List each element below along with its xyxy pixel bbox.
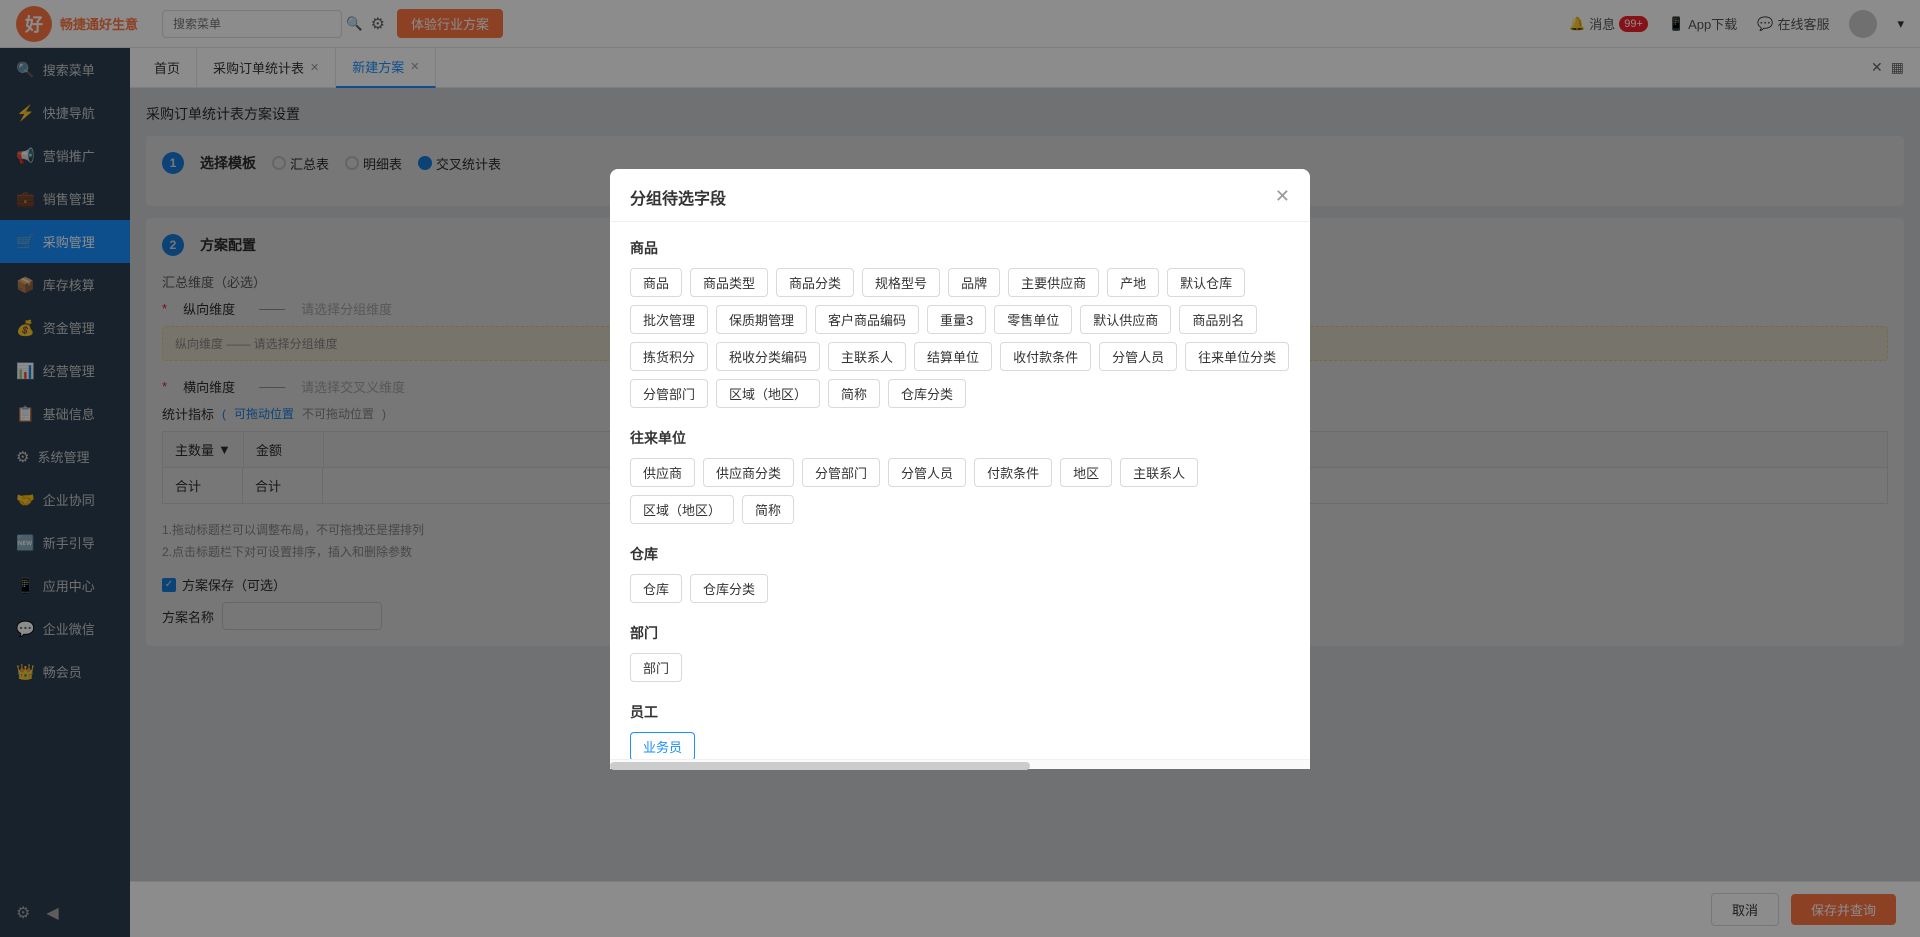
tag-warehouse-cat1[interactable]: 仓库分类 — [888, 379, 966, 408]
tag-manager-person[interactable]: 分管人员 — [1099, 342, 1177, 371]
tag-brand[interactable]: 品牌 — [948, 268, 1000, 297]
section-product: 商品 商品 商品类型 商品分类 规格型号 品牌 主要供应商 产地 默认仓库 批次… — [630, 238, 1290, 408]
tag-pay-terms2[interactable]: 付款条件 — [974, 458, 1052, 487]
section-partner-tags: 供应商 供应商分类 分管部门 分管人员 付款条件 地区 主联系人 区域（地区） … — [630, 458, 1290, 524]
tag-product[interactable]: 商品 — [630, 268, 682, 297]
tag-main-contact2[interactable]: 主联系人 — [1120, 458, 1198, 487]
modal-close-btn[interactable]: ✕ — [1275, 186, 1290, 207]
tag-warehouse[interactable]: 仓库 — [630, 574, 682, 603]
section-partner-title: 往来单位 — [630, 428, 1290, 448]
tag-product-type[interactable]: 商品类型 — [690, 268, 768, 297]
tag-region2[interactable]: 区域（地区） — [630, 495, 734, 524]
modal-footer-scroll[interactable] — [610, 759, 1310, 768]
tag-manager-dept[interactable]: 分管部门 — [630, 379, 708, 408]
field-select-modal: 分组待选字段 ✕ 商品 商品 商品类型 商品分类 规格型号 品牌 主要供应商 产… — [610, 169, 1310, 769]
tag-settlement-unit[interactable]: 结算单位 — [914, 342, 992, 371]
tag-region1[interactable]: 区域（地区） — [716, 379, 820, 408]
section-dept: 部门 部门 — [630, 623, 1290, 682]
tag-supplier-cat[interactable]: 供应商分类 — [703, 458, 794, 487]
tag-mgr-person2[interactable]: 分管人员 — [888, 458, 966, 487]
section-employee: 员工 业务员 — [630, 702, 1290, 760]
section-product-tags: 商品 商品类型 商品分类 规格型号 品牌 主要供应商 产地 默认仓库 批次管理 … — [630, 268, 1290, 408]
tag-salesperson[interactable]: 业务员 — [630, 732, 695, 760]
tag-partner-category[interactable]: 往来单位分类 — [1185, 342, 1289, 371]
tag-expiry-mgmt[interactable]: 保质期管理 — [716, 305, 807, 334]
modal-title: 分组待选字段 — [630, 185, 726, 209]
tag-batch-mgmt[interactable]: 批次管理 — [630, 305, 708, 334]
tag-dept[interactable]: 部门 — [630, 653, 682, 682]
tag-product-category[interactable]: 商品分类 — [776, 268, 854, 297]
tag-tax-code[interactable]: 税收分类编码 — [716, 342, 820, 371]
section-dept-title: 部门 — [630, 623, 1290, 643]
tag-pick-points[interactable]: 拣货积分 — [630, 342, 708, 371]
tag-retail-unit[interactable]: 零售单位 — [994, 305, 1072, 334]
section-dept-tags: 部门 — [630, 653, 1290, 682]
tag-mgr-dept2[interactable]: 分管部门 — [802, 458, 880, 487]
tag-payment-terms[interactable]: 收付款条件 — [1000, 342, 1091, 371]
section-product-title: 商品 — [630, 238, 1290, 258]
tag-default-supplier[interactable]: 默认供应商 — [1080, 305, 1171, 334]
section-employee-title: 员工 — [630, 702, 1290, 722]
section-employee-tags: 业务员 — [630, 732, 1290, 760]
tag-supplier[interactable]: 供应商 — [630, 458, 695, 487]
h-scroll-thumb — [610, 762, 1030, 770]
tag-origin[interactable]: 产地 — [1107, 268, 1159, 297]
tag-abbr1[interactable]: 简称 — [828, 379, 880, 408]
modal-header: 分组待选字段 ✕ — [610, 169, 1310, 222]
tag-weight3[interactable]: 重量3 — [927, 305, 986, 334]
tag-warehouse-cat[interactable]: 仓库分类 — [690, 574, 768, 603]
tag-area2[interactable]: 地区 — [1060, 458, 1112, 487]
tag-product-alias[interactable]: 商品别名 — [1179, 305, 1257, 334]
tag-customer-code[interactable]: 客户商品编码 — [815, 305, 919, 334]
tag-spec-model[interactable]: 规格型号 — [862, 268, 940, 297]
section-warehouse-title: 仓库 — [630, 544, 1290, 564]
section-warehouse-tags: 仓库 仓库分类 — [630, 574, 1290, 603]
tag-abbr2[interactable]: 简称 — [742, 495, 794, 524]
tag-main-contact[interactable]: 主联系人 — [828, 342, 906, 371]
section-warehouse: 仓库 仓库 仓库分类 — [630, 544, 1290, 603]
tag-default-warehouse[interactable]: 默认仓库 — [1167, 268, 1245, 297]
section-partner: 往来单位 供应商 供应商分类 分管部门 分管人员 付款条件 地区 主联系人 区域… — [630, 428, 1290, 524]
modal-body[interactable]: 商品 商品 商品类型 商品分类 规格型号 品牌 主要供应商 产地 默认仓库 批次… — [610, 222, 1310, 760]
tag-main-supplier[interactable]: 主要供应商 — [1008, 268, 1099, 297]
